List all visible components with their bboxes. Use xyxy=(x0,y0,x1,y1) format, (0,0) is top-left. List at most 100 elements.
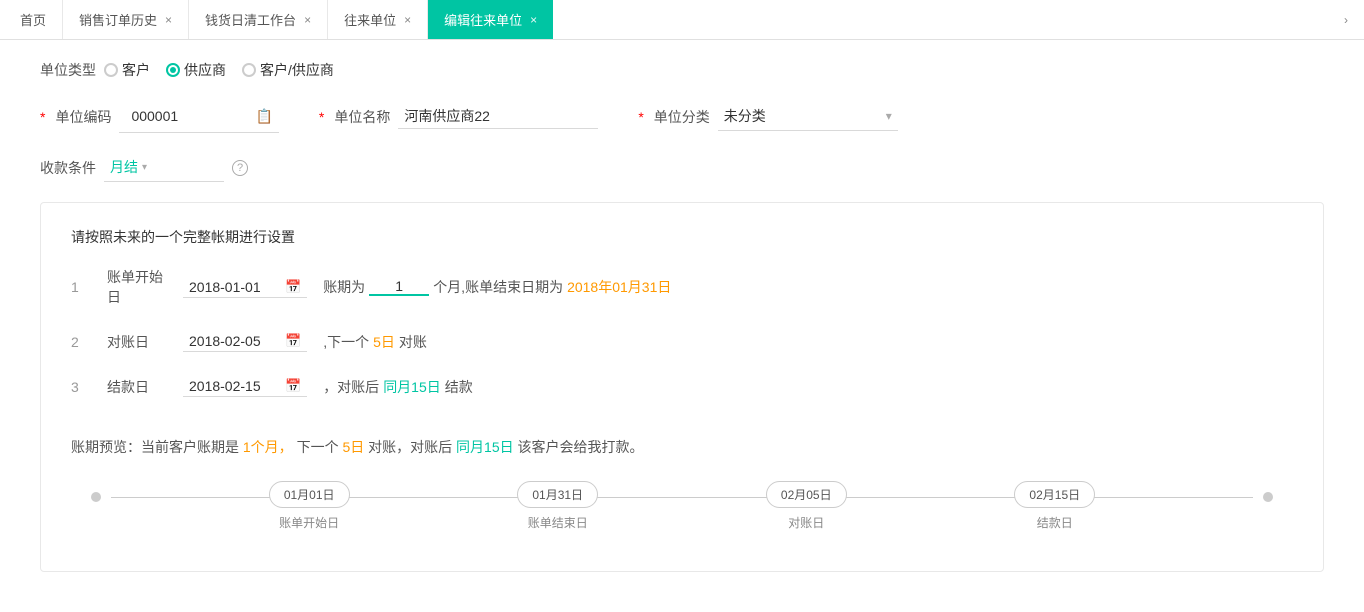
timeline-dot-right xyxy=(1263,492,1273,502)
timeline-node-2: 01月31日 账单结束日 xyxy=(517,481,598,531)
radio-label-both: 客户/供应商 xyxy=(260,60,334,80)
period-row-2: 2 对账日 📅 ,下一个 5日 对账 xyxy=(71,331,1293,352)
radio-customer[interactable]: 客户 xyxy=(104,60,150,80)
tab-label: 首页 xyxy=(20,10,46,29)
period-date-1: 📅 xyxy=(183,277,307,298)
payment-terms-row: 收款条件 月结 ▾ ? xyxy=(40,153,1324,182)
timeline-badge-2: 01月31日 xyxy=(517,481,598,508)
payment-terms-select[interactable]: 月结 ▾ xyxy=(104,153,224,182)
unit-category-arrow: ▾ xyxy=(886,109,892,123)
unit-category-required: * xyxy=(638,109,643,125)
period-num-3: 3 xyxy=(71,379,91,395)
tab-arrow-button[interactable]: › xyxy=(1332,0,1360,39)
period-desc-prefix-1: 账期为 xyxy=(323,277,365,297)
period-row-3: 3 结款日 📅 ，对账后 同月15日 结款 xyxy=(71,376,1293,397)
calendar-icon-1[interactable]: 📅 xyxy=(285,279,301,295)
unit-code-field: * 单位编码 📋 xyxy=(40,100,279,133)
period-row-1: 1 账单开始日 📅 账期为 个月,账单结束日期为 2018年01月31日 xyxy=(71,267,1293,307)
tab-edit-partner[interactable]: 编辑往来单位 × xyxy=(428,0,553,39)
period-date-input-3[interactable] xyxy=(189,378,279,394)
timeline-end-dot xyxy=(1263,481,1273,502)
calendar-icon-3[interactable]: 📅 xyxy=(285,378,301,394)
radio-label-supplier: 供应商 xyxy=(184,60,226,80)
unit-type-row: 单位类型 客户 供应商 客户/供应商 xyxy=(40,60,1324,80)
payment-terms-field: 收款条件 月结 ▾ ? xyxy=(40,153,248,182)
tab-bar: 首页 销售订单历史 × 钱货日清工作台 × 往来单位 × 编辑往来单位 × › xyxy=(0,0,1364,40)
period-date-input-1[interactable] xyxy=(189,279,279,295)
preview-highlight-3: 同月15日 xyxy=(456,439,514,455)
tab-close[interactable]: × xyxy=(165,13,172,27)
unit-category-field: * 单位分类 未分类 ▾ xyxy=(638,102,897,131)
period-num-2: 2 xyxy=(71,334,91,350)
unit-code-required: * xyxy=(40,109,45,125)
unit-code-input-wrap: 📋 xyxy=(119,100,278,133)
radio-circle-both xyxy=(242,63,256,77)
unit-type-label: 单位类型 xyxy=(40,60,96,80)
unit-name-required: * xyxy=(319,109,324,125)
timeline-node-1: 01月01日 账单开始日 xyxy=(269,481,350,531)
period-reconcile-day: 5日 xyxy=(373,332,395,352)
period-desc-prefix-2: ,下一个 xyxy=(323,332,369,352)
unit-code-label: 单位编码 xyxy=(55,107,111,127)
tab-sales-history[interactable]: 销售订单历史 × xyxy=(63,0,189,39)
period-desc-suffix-1: 个月,账单结束日期为 xyxy=(433,277,563,297)
preview-highlight-1: 1个月， xyxy=(243,439,293,455)
unit-category-select[interactable]: 未分类 ▾ xyxy=(718,102,898,131)
period-desc-3: ，对账后 同月15日 结款 xyxy=(323,377,473,397)
payment-terms-value: 月结 xyxy=(110,157,138,177)
timeline-nodes: 01月01日 账单开始日 01月31日 账单结束日 02月05日 对账日 xyxy=(91,481,1273,531)
payment-terms-label: 收款条件 xyxy=(40,158,96,178)
period-date-3: 📅 xyxy=(183,376,307,397)
calendar-icon-2[interactable]: 📅 xyxy=(285,333,301,349)
period-desc-2: ,下一个 5日 对账 xyxy=(323,332,427,352)
main-content: 单位类型 客户 供应商 客户/供应商 * 单位编码 📋 * 单位名称 xyxy=(0,40,1364,612)
period-date-input-2[interactable] xyxy=(189,333,279,349)
tab-close[interactable]: × xyxy=(304,13,311,27)
tab-label: 编辑往来单位 xyxy=(444,10,522,29)
period-date-2: 📅 xyxy=(183,331,307,352)
timeline-badge-3: 02月05日 xyxy=(766,481,847,508)
timeline-node-4: 02月15日 结款日 xyxy=(1014,481,1095,531)
unit-code-input[interactable] xyxy=(125,104,255,128)
radio-circle-customer xyxy=(104,63,118,77)
period-label-3: 结款日 xyxy=(107,377,167,397)
payment-terms-arrow: ▾ xyxy=(142,162,147,173)
preview-prefix: 账期预览：当前客户账期是 xyxy=(71,439,239,455)
timeline-label-1: 账单开始日 xyxy=(279,514,339,531)
tab-close[interactable]: × xyxy=(530,13,537,27)
radio-supplier[interactable]: 供应商 xyxy=(166,60,226,80)
unit-category-value: 未分类 xyxy=(724,106,882,126)
preview-highlight-2: 5日 xyxy=(342,439,364,455)
tab-label: 往来单位 xyxy=(344,10,396,29)
unit-type-radio-group: 客户 供应商 客户/供应商 xyxy=(104,60,334,80)
timeline-badge-1: 01月01日 xyxy=(269,481,350,508)
timeline-start-dot xyxy=(91,481,101,502)
period-title: 请按照未来的一个完整帐期进行设置 xyxy=(71,227,1293,247)
unit-name-field: * 单位名称 xyxy=(319,104,598,129)
payment-terms-help[interactable]: ? xyxy=(232,160,248,176)
radio-both[interactable]: 客户/供应商 xyxy=(242,60,334,80)
period-months-input[interactable] xyxy=(369,278,429,296)
period-desc-prefix-3: ，对账后 xyxy=(323,377,379,397)
tab-partner[interactable]: 往来单位 × xyxy=(328,0,428,39)
copy-icon[interactable]: 📋 xyxy=(255,108,272,125)
timeline-label-3: 对账日 xyxy=(788,514,824,531)
tab-close[interactable]: × xyxy=(404,13,411,27)
unit-name-input[interactable] xyxy=(398,104,598,129)
preview-text: 账期预览：当前客户账期是 1个月， 下一个 5日 对账，对账后 同月15日 该客… xyxy=(71,437,1293,457)
tab-label: 钱货日清工作台 xyxy=(205,10,296,29)
period-label-1: 账单开始日 xyxy=(107,267,167,307)
timeline-badge-4: 02月15日 xyxy=(1014,481,1095,508)
tab-label: 销售订单历史 xyxy=(79,10,157,29)
tab-cashflow[interactable]: 钱货日清工作台 × xyxy=(189,0,328,39)
preview-section: 账期预览：当前客户账期是 1个月， 下一个 5日 对账，对账后 同月15日 该客… xyxy=(71,421,1293,547)
radio-label-customer: 客户 xyxy=(122,60,150,80)
tab-home[interactable]: 首页 xyxy=(4,0,63,39)
period-desc-1: 账期为 个月,账单结束日期为 2018年01月31日 xyxy=(323,277,671,297)
unit-type-field: 单位类型 客户 供应商 客户/供应商 xyxy=(40,60,334,80)
period-label-2: 对账日 xyxy=(107,332,167,352)
preview-suffix: 该客户会给我打款。 xyxy=(518,439,644,455)
period-settings-box: 请按照未来的一个完整帐期进行设置 1 账单开始日 📅 账期为 个月,账单结束日期… xyxy=(40,202,1324,572)
preview-middle-2: 对账，对账后 xyxy=(368,439,452,455)
unit-name-label: 单位名称 xyxy=(334,107,390,127)
